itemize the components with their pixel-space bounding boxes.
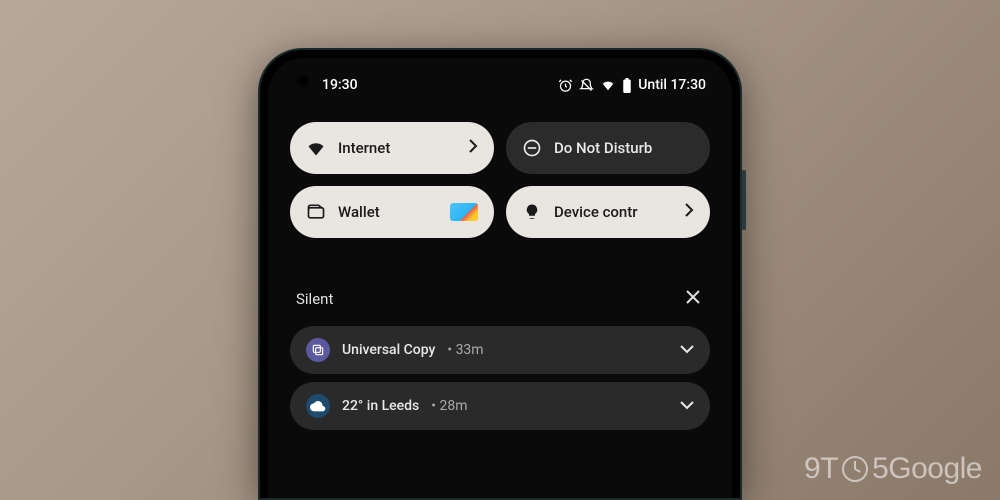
wifi-icon <box>306 138 326 158</box>
alarm-icon <box>558 78 573 93</box>
dnd-icon <box>579 78 594 93</box>
notification-row[interactable]: 22° in Leeds • 28m <box>290 382 710 430</box>
tile-label: Internet <box>338 139 456 157</box>
clear-silent-button[interactable] <box>682 286 704 312</box>
status-time: 19:30 <box>322 77 358 93</box>
app-icon <box>306 338 330 362</box>
cloud-icon <box>310 400 326 412</box>
device-controls-tile[interactable]: Device contr <box>506 186 710 238</box>
notification-title: Universal Copy <box>342 342 435 358</box>
expand-button[interactable] <box>680 398 694 414</box>
battery-icon <box>622 78 632 93</box>
copy-icon <box>311 343 325 357</box>
dnd-tile[interactable]: Do Not Disturb <box>506 122 710 174</box>
notification-row[interactable]: Universal Copy • 33m <box>290 326 710 374</box>
expand-button[interactable] <box>680 342 694 358</box>
quick-settings-tiles: Internet Do Not Disturb Wallet <box>286 122 714 238</box>
silent-notifications: Universal Copy • 33m 22° in Leeds • 28m <box>286 326 714 430</box>
silent-label: Silent <box>296 290 333 308</box>
screen: 19:30 Until 17:30 Internet <box>268 58 732 498</box>
wallet-icon <box>306 202 326 222</box>
wallet-tile[interactable]: Wallet <box>290 186 494 238</box>
tile-label: Device contr <box>554 203 672 221</box>
watermark: 9T 5Google <box>804 452 982 486</box>
status-dnd-until: Until 17:30 <box>638 77 706 93</box>
clock-icon <box>842 456 868 482</box>
internet-tile[interactable]: Internet <box>290 122 494 174</box>
wallet-card-icon <box>450 203 478 221</box>
status-icons: Until 17:30 <box>558 77 706 93</box>
app-icon <box>306 394 330 418</box>
chevron-down-icon <box>680 344 694 354</box>
dnd-circle-icon <box>522 138 542 158</box>
notification-title: 22° in Leeds <box>342 398 419 414</box>
close-icon <box>686 290 700 304</box>
chevron-down-icon <box>680 400 694 410</box>
tile-label: Wallet <box>338 203 438 221</box>
tile-label: Do Not Disturb <box>554 139 694 157</box>
silent-header: Silent <box>286 286 714 312</box>
camera-hole <box>296 74 310 88</box>
chevron-right-icon <box>684 203 694 221</box>
notification-meta: • 33m <box>447 342 483 358</box>
chevron-right-icon <box>468 139 478 157</box>
notification-meta: • 28m <box>431 398 467 414</box>
lightbulb-icon <box>522 202 542 222</box>
status-bar: 19:30 Until 17:30 <box>286 72 714 96</box>
wifi-icon <box>600 78 616 92</box>
phone-frame: 19:30 Until 17:30 Internet <box>260 50 740 498</box>
